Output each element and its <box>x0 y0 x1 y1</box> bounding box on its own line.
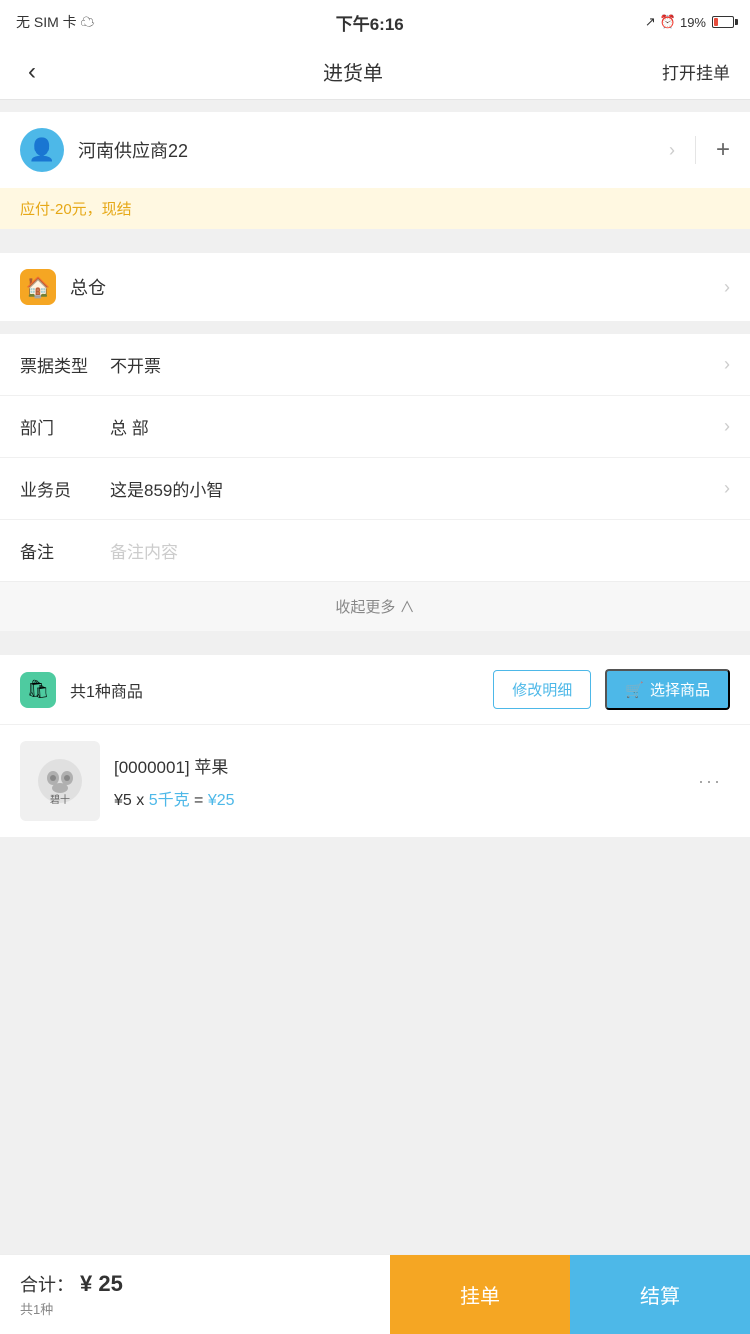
total-sub: 共1种 <box>20 1299 370 1318</box>
price-base: ¥5 x <box>114 792 149 809</box>
warehouse-chevron-icon: › <box>724 277 730 298</box>
products-header: 🛍 共1种商品 修改明细 🛒 选择商品 <box>0 655 750 724</box>
supplier-section: 👤 河南供应商22 › + 应付-20元，现结 <box>0 112 750 229</box>
supplier-row[interactable]: 👤 河南供应商22 › + <box>0 112 750 188</box>
chevron-right-icon: › <box>669 140 675 161</box>
section-gap-2 <box>0 229 750 241</box>
remark-input[interactable]: 备注内容 <box>110 538 730 563</box>
supplier-avatar: 👤 <box>20 128 64 172</box>
products-section: 🛍 共1种商品 修改明细 🛒 选择商品 碧十 <box>0 655 750 837</box>
department-chevron: › <box>724 416 730 437</box>
section-gap-4 <box>0 631 750 643</box>
add-icon[interactable]: + <box>695 136 730 164</box>
salesperson-row[interactable]: 业务员 这是859的小智 › <box>0 457 750 519</box>
checkout-button[interactable]: 结算 <box>570 1255 750 1334</box>
supplier-right: › + <box>669 136 730 164</box>
main-content: 👤 河南供应商22 › + 应付-20元，现结 🏠 总仓 › 票据类型 不开票 <box>0 100 750 937</box>
edit-detail-button[interactable]: 修改明细 <box>493 670 591 709</box>
invoice-type-chevron: › <box>724 354 730 375</box>
warehouse-row[interactable]: 🏠 总仓 › <box>0 253 750 321</box>
avatar-icon: 👤 <box>28 137 55 163</box>
warehouse-name: 总仓 <box>70 274 724 300</box>
battery-icon <box>712 16 734 28</box>
location-icon: ↗ <box>645 14 656 30</box>
remark-row[interactable]: 备注 备注内容 <box>0 519 750 581</box>
bottom-bar: 合计： ¥ 25 共1种 挂单 结算 <box>0 1254 750 1334</box>
total-section: 合计： ¥ 25 共1种 <box>0 1255 390 1334</box>
collapse-toggle[interactable]: 收起更多 ∧ <box>0 581 750 631</box>
invoice-type-value: 不开票 <box>110 352 724 377</box>
department-value: 总 部 <box>110 414 724 439</box>
warehouse-section: 🏠 总仓 › <box>0 253 750 321</box>
total-label: 合计： <box>20 1271 74 1297</box>
bag-icon: 🛍 <box>27 679 50 700</box>
department-label: 部门 <box>20 414 100 439</box>
open-pending-button[interactable]: 打开挂单 <box>662 59 730 84</box>
home-icon: 🏠 <box>26 275 51 300</box>
product-thumbnail: 碧十 <box>20 741 100 821</box>
section-gap-1 <box>0 100 750 112</box>
remark-label: 备注 <box>20 538 100 563</box>
section-gap-3 <box>0 321 750 333</box>
price-equals: = <box>190 792 208 809</box>
status-right: ↗ ⏰ 19% <box>645 14 734 30</box>
product-name: [0000001] 苹果 <box>114 753 676 778</box>
supplier-name: 河南供应商22 <box>78 137 669 163</box>
salesperson-label: 业务员 <box>20 476 100 501</box>
department-row[interactable]: 部门 总 部 › <box>0 395 750 457</box>
total-row: 合计： ¥ 25 <box>20 1271 370 1297</box>
product-info: [0000001] 苹果 ¥5 x 5千克 = ¥25 <box>114 753 676 810</box>
battery-percent: 19% <box>680 15 706 30</box>
product-item: 碧十 [0000001] 苹果 ¥5 x 5千克 = ¥25 ··· <box>0 724 750 837</box>
product-menu-button[interactable]: ··· <box>690 767 730 796</box>
invoice-type-label: 票据类型 <box>20 352 100 377</box>
alarm-icon: ⏰ <box>660 14 676 30</box>
select-product-label: 选择商品 <box>650 679 710 700</box>
back-button[interactable]: ‹ <box>20 50 44 94</box>
products-count: 共1种商品 <box>70 678 479 702</box>
status-time: 下午6:16 <box>336 10 404 35</box>
salesperson-chevron: › <box>724 478 730 499</box>
svg-text:碧十: 碧十 <box>50 793 70 806</box>
form-section: 票据类型 不开票 › 部门 总 部 › 业务员 这是859的小智 › 备注 备注… <box>0 333 750 631</box>
total-amount: ¥ 25 <box>80 1271 123 1297</box>
salesperson-value: 这是859的小智 <box>110 476 724 501</box>
warning-banner: 应付-20元，现结 <box>0 188 750 229</box>
invoice-type-row[interactable]: 票据类型 不开票 › <box>0 333 750 395</box>
owl-logo: 碧十 <box>35 756 85 806</box>
spacer <box>0 837 750 857</box>
product-price: ¥5 x 5千克 = ¥25 <box>114 786 676 810</box>
status-bar: 无 SIM 卡 ☁ 下午6:16 ↗ ⏰ 19% <box>0 0 750 44</box>
status-left: 无 SIM 卡 ☁ <box>16 12 95 32</box>
select-product-button[interactable]: 🛒 选择商品 <box>605 669 730 710</box>
hang-button[interactable]: 挂单 <box>390 1255 570 1334</box>
products-icon: 🛍 <box>20 672 56 708</box>
price-quantity: 5千克 <box>149 792 190 809</box>
nav-bar: ‹ 进货单 打开挂单 <box>0 44 750 100</box>
page-title: 进货单 <box>323 57 383 86</box>
warehouse-icon: 🏠 <box>20 269 56 305</box>
cart-icon: 🛒 <box>625 681 644 699</box>
price-total: ¥25 <box>208 792 235 809</box>
